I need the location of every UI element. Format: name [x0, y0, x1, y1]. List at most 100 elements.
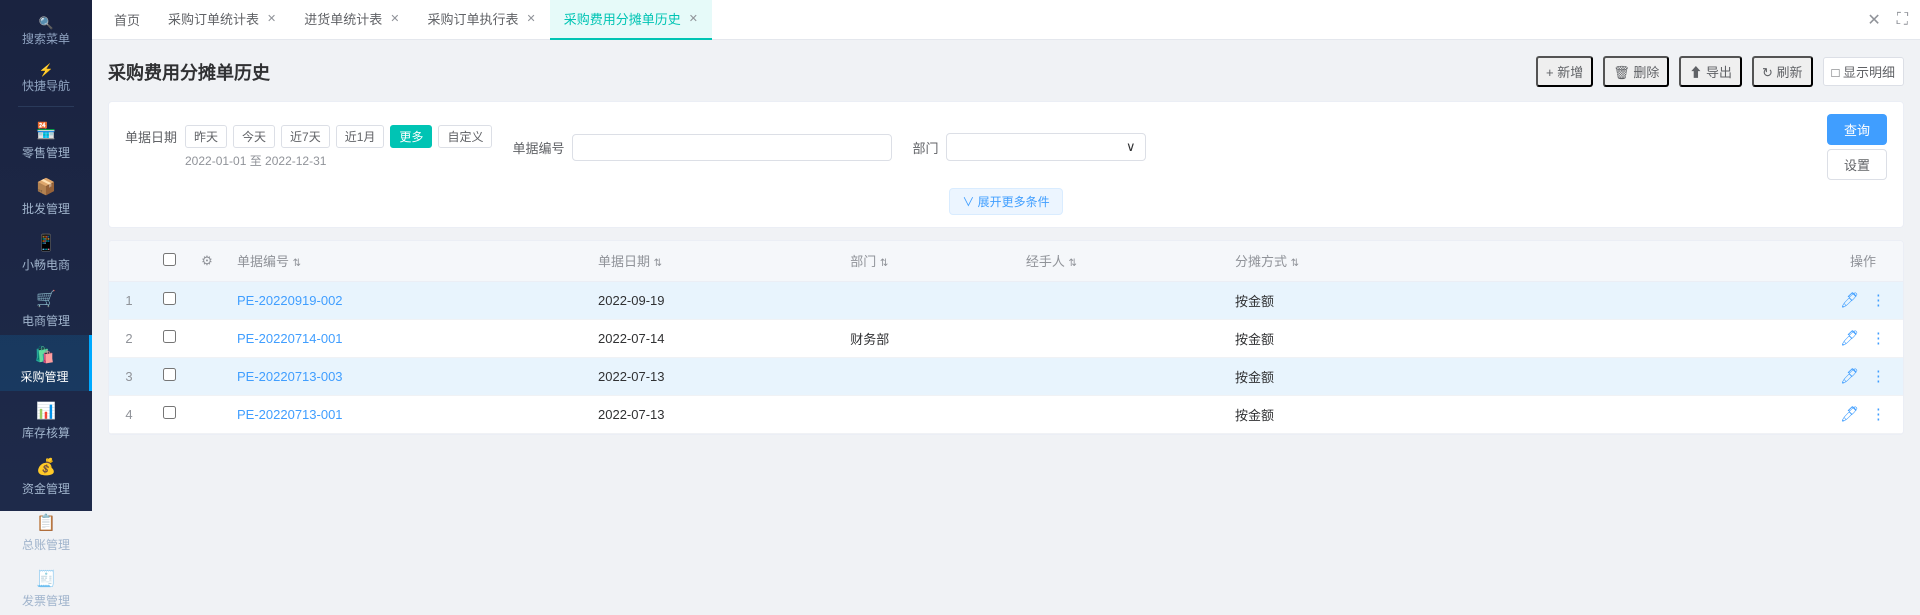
cell-check[interactable]	[149, 357, 189, 395]
last7days-btn[interactable]: 近7天	[281, 125, 330, 148]
delete-button[interactable]: 🗑 删除	[1603, 56, 1669, 87]
row-checkbox-1[interactable]	[163, 330, 176, 343]
sidebar-item-inventory[interactable]: 📊 库存核算	[0, 391, 92, 447]
cell-docdate: 2022-09-19	[586, 281, 838, 319]
fullscreen-button[interactable]: ⛶	[1893, 9, 1912, 31]
filter-area: 单据日期 昨天 今天 近7天 近1月 更多 自定义 2022-01-01 至 2…	[108, 101, 1904, 228]
sidebar-item-retail[interactable]: 🏪 零售管理	[0, 111, 92, 167]
wholesale-icon: 📦	[36, 177, 56, 197]
cell-handler	[1014, 357, 1223, 395]
tab-home[interactable]: 首页	[100, 0, 154, 40]
sidebar-item-search[interactable]: 🔍 搜索菜单	[0, 8, 92, 55]
sidebar-item-finance[interactable]: 💰 资金管理	[0, 447, 92, 503]
cell-docno[interactable]: PE-20220713-001	[225, 395, 586, 433]
tab-close-purchase-order-stat[interactable]: ✕	[267, 12, 276, 25]
cell-dept	[838, 281, 1014, 319]
last1month-btn[interactable]: 近1月	[336, 125, 385, 148]
more-icon-1[interactable]: ⋮	[1867, 328, 1890, 349]
tab-bar: 首页 采购订单统计表 ✕ 进货单统计表 ✕ 采购订单执行表 ✕ 采购费用分摊单历…	[92, 0, 1920, 40]
cell-check[interactable]	[149, 281, 189, 319]
retail-icon: 🏪	[36, 121, 56, 141]
expand-more-button[interactable]: ∨ 展开更多条件	[949, 188, 1062, 215]
cell-spacer	[189, 281, 225, 319]
yesterday-btn[interactable]: 昨天	[185, 125, 227, 148]
edit-icon-0[interactable]: 🖊	[1836, 290, 1863, 311]
row-checkbox-3[interactable]	[163, 406, 176, 419]
tab-close-purchase-order-exec[interactable]: ✕	[527, 12, 536, 25]
th-docno[interactable]: 单据编号 ⇅	[225, 241, 586, 281]
tab-purchase-order-exec[interactable]: 采购订单执行表 ✕	[413, 0, 549, 40]
edit-icon-3[interactable]: 🖊	[1836, 404, 1863, 425]
tab-close-purchase-expense-split[interactable]: ✕	[689, 12, 698, 25]
sidebar-item-ledger[interactable]: 📋 总账管理	[0, 503, 92, 559]
th-splitmethod[interactable]: 分摊方式 ⇅	[1223, 241, 1823, 281]
th-docdate[interactable]: 单据日期 ⇅	[586, 241, 838, 281]
cell-ops: 🖊 ⋮	[1823, 395, 1903, 433]
cell-ops: 🖊 ⋮	[1823, 357, 1903, 395]
today-btn[interactable]: 今天	[233, 125, 275, 148]
sidebar-item-wholesale[interactable]: 📦 批发管理	[0, 167, 92, 223]
more-icon-2[interactable]: ⋮	[1867, 366, 1890, 387]
th-dept[interactable]: 部门 ⇅	[838, 241, 1014, 281]
query-button[interactable]: 查询	[1827, 114, 1887, 145]
cell-docno[interactable]: PE-20220713-003	[225, 357, 586, 395]
cell-rownum: 4	[109, 395, 149, 433]
table-row: 1 PE-20220919-002 2022-09-19 按金额 🖊 ⋮	[109, 281, 1903, 319]
date-filter-label: 单据日期	[125, 127, 177, 146]
cell-docno[interactable]: PE-20220919-002	[225, 281, 586, 319]
edit-icon-2[interactable]: 🖊	[1836, 366, 1863, 387]
close-all-tabs-button[interactable]: ✕	[1863, 8, 1884, 32]
more-icon-0[interactable]: ⋮	[1867, 290, 1890, 311]
row-checkbox-0[interactable]	[163, 292, 176, 305]
cell-dept: 财务部	[838, 319, 1014, 357]
cell-check[interactable]	[149, 319, 189, 357]
tab-purchase-order-stat[interactable]: 采购订单统计表 ✕	[154, 0, 290, 40]
tab-inbound-stat[interactable]: 进货单统计表 ✕	[290, 0, 413, 40]
export-button[interactable]: ⬆ 导出	[1679, 56, 1742, 87]
cell-splitmethod: 按金额	[1223, 281, 1823, 319]
tab-close-inbound-stat[interactable]: ✕	[390, 12, 399, 25]
more-icon-3[interactable]: ⋮	[1867, 404, 1890, 425]
chevron-down-icon: ∨	[1126, 139, 1136, 155]
cell-rownum: 3	[109, 357, 149, 395]
th-handler[interactable]: 经手人 ⇅	[1014, 241, 1223, 281]
refresh-button[interactable]: ↻ 刷新	[1752, 56, 1813, 87]
sidebar-item-ecommerce[interactable]: 🛒 电商管理	[0, 279, 92, 335]
cell-splitmethod: 按金额	[1223, 395, 1823, 433]
data-table: ⚙ 单据编号 ⇅ 单据日期 ⇅ 部门 ⇅ 经手人 ⇅	[109, 241, 1903, 434]
cell-handler	[1014, 395, 1223, 433]
custom-date-btn[interactable]: 自定义	[438, 125, 492, 148]
sidebar-item-purchase[interactable]: 🛍️ 采购管理	[0, 335, 92, 391]
sidebar-item-mobile[interactable]: 📱 小畅电商	[0, 223, 92, 279]
th-settings[interactable]: ⚙	[189, 241, 225, 281]
cell-dept	[838, 357, 1014, 395]
purchase-icon: 🛍️	[35, 345, 55, 365]
tab-purchase-expense-split[interactable]: 采购费用分摊单历史 ✕	[550, 0, 712, 40]
edit-icon-1[interactable]: 🖊	[1836, 328, 1863, 349]
cell-docdate: 2022-07-13	[586, 357, 838, 395]
settings-button[interactable]: 设置	[1827, 149, 1887, 180]
quicknav-icon: ⚡	[0, 63, 92, 77]
table-header-row: ⚙ 单据编号 ⇅ 单据日期 ⇅ 部门 ⇅ 经手人 ⇅	[109, 241, 1903, 281]
row-checkbox-2[interactable]	[163, 368, 176, 381]
cell-docno[interactable]: PE-20220714-001	[225, 319, 586, 357]
docno-input[interactable]	[572, 134, 892, 161]
sidebar-item-quicknav[interactable]: ⚡ 快捷导航	[0, 55, 92, 102]
data-table-container: ⚙ 单据编号 ⇅ 单据日期 ⇅ 部门 ⇅ 经手人 ⇅	[108, 240, 1904, 435]
sidebar-item-invoice[interactable]: 🧾 发票管理	[0, 559, 92, 615]
cell-check[interactable]	[149, 395, 189, 433]
invoice-icon: 🧾	[36, 569, 56, 589]
date-range-text: 2022-01-01 至 2022-12-31	[185, 152, 492, 169]
more-date-btn[interactable]: 更多	[390, 125, 432, 148]
show-col-button[interactable]: □ 显示明细	[1823, 57, 1904, 86]
select-all-checkbox[interactable]	[163, 253, 176, 266]
table-body: 1 PE-20220919-002 2022-09-19 按金额 🖊 ⋮ 2 P…	[109, 281, 1903, 433]
main-area: 首页 采购订单统计表 ✕ 进货单统计表 ✕ 采购订单执行表 ✕ 采购费用分摊单历…	[92, 0, 1920, 511]
dept-filter: 部门 ∨	[912, 133, 1146, 161]
th-rownum	[109, 241, 149, 281]
docno-filter: 单据编号	[512, 134, 892, 161]
content-area: 采购费用分摊单历史 + 新增 🗑 删除 ⬆ 导出 ↻ 刷新 □ 显示明细 单据日…	[92, 40, 1920, 511]
dept-select[interactable]: ∨	[946, 133, 1146, 161]
tab-actions: ✕ ⛶	[1863, 8, 1912, 32]
add-button[interactable]: + 新增	[1536, 56, 1593, 87]
